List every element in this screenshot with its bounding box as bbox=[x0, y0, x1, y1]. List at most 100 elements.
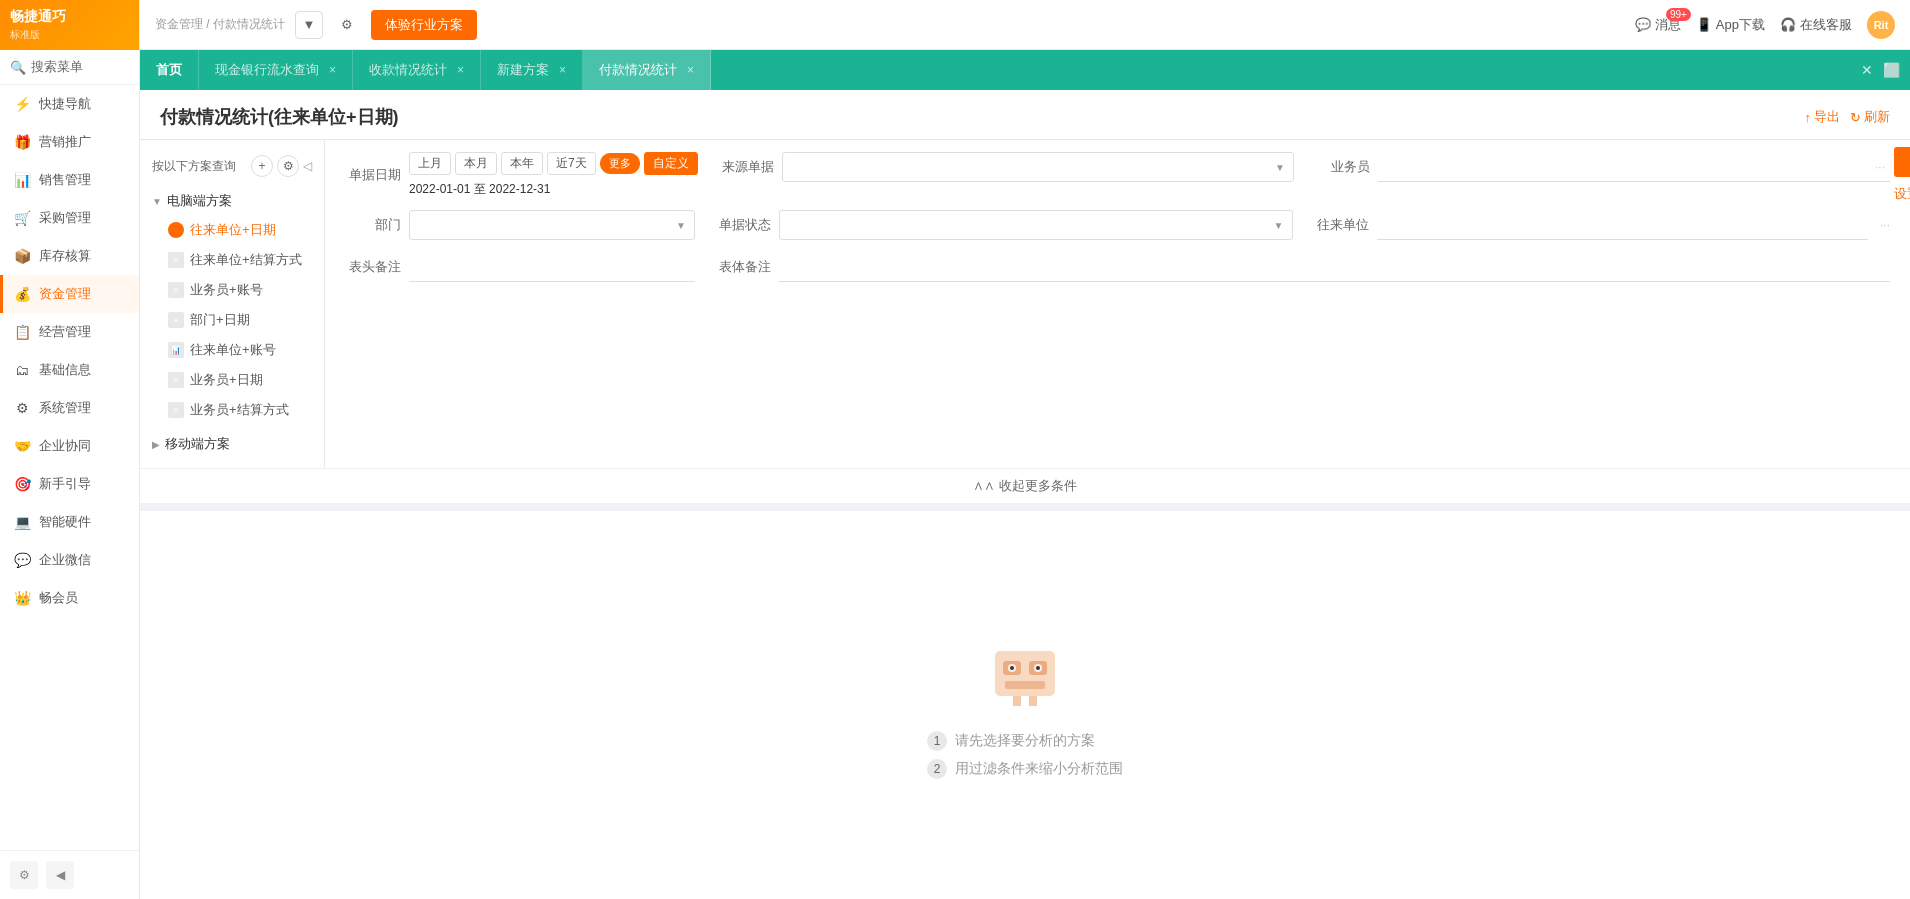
avatar[interactable]: Rit bbox=[1867, 11, 1895, 39]
online-support-btn[interactable]: 🎧 在线客服 bbox=[1780, 16, 1852, 34]
sidebar-item-label: 企业协同 bbox=[39, 437, 91, 455]
scheme-table-icon: ≡ bbox=[168, 282, 184, 298]
tab-new-plan-close[interactable]: × bbox=[559, 63, 566, 77]
doc-status-label: 单据状态 bbox=[715, 216, 771, 234]
inventory-icon: 📦 bbox=[13, 247, 31, 265]
tab-payment-stats[interactable]: 付款情况统计 × bbox=[583, 50, 711, 90]
sidebar-item-operations[interactable]: 📋 经营管理 bbox=[0, 313, 139, 351]
scheme-item-label: 往来单位+账号 bbox=[190, 341, 276, 359]
dept-label: 部门 bbox=[345, 216, 401, 234]
sidebar-item-basic-info[interactable]: 🗂 基础信息 bbox=[0, 351, 139, 389]
window-maximize-btn[interactable]: ⬜ bbox=[1883, 62, 1900, 78]
scheme-item-salesperson-settle[interactable]: ≡ 业务员+结算方式 bbox=[140, 395, 324, 425]
scheme-item-salesperson-account[interactable]: ≡ 业务员+账号 bbox=[140, 275, 324, 305]
salesperson-field: 业务员 ··· 查询 设置 bbox=[1314, 152, 1890, 182]
scheme-item-counterpart-account[interactable]: 📊 往来单位+账号 bbox=[140, 335, 324, 365]
refresh-btn[interactable]: ↻ 刷新 bbox=[1850, 108, 1890, 126]
scheme-collapse-btn[interactable]: ◁ bbox=[303, 159, 312, 173]
scheme-chart-icon: 📊 bbox=[168, 342, 184, 358]
tab-payment-stats-close[interactable]: × bbox=[687, 63, 694, 77]
download-icon: 📱 bbox=[1696, 17, 1712, 32]
scheme-item-label: 往来单位+日期 bbox=[190, 221, 276, 239]
export-btn[interactable]: ↑ 导出 bbox=[1805, 108, 1841, 126]
counterpart-field: 往来单位 ··· bbox=[1313, 210, 1891, 240]
scheme-item-label: 部门+日期 bbox=[190, 311, 250, 329]
source-doc-select[interactable]: ▼ bbox=[782, 152, 1294, 182]
tab-new-plan[interactable]: 新建方案 × bbox=[481, 50, 583, 90]
purchase-icon: 🛒 bbox=[13, 209, 31, 227]
trial-btn[interactable]: 体验行业方案 bbox=[371, 10, 477, 40]
date-btn-last-month[interactable]: 上月 bbox=[409, 152, 451, 175]
query-btn[interactable]: 查询 bbox=[1894, 147, 1910, 177]
scheme-item-dept-date[interactable]: ≡ 部门+日期 bbox=[140, 305, 324, 335]
sidebar-item-smart-hw[interactable]: 💻 智能硬件 bbox=[0, 503, 139, 541]
sidebar-item-quick-nav[interactable]: ⚡ 快捷导航 bbox=[0, 85, 139, 123]
sidebar-item-system[interactable]: ⚙ 系统管理 bbox=[0, 389, 139, 427]
tab-bank-flow-close[interactable]: × bbox=[329, 63, 336, 77]
scheme-item-salesperson-date[interactable]: ≡ 业务员+日期 bbox=[140, 365, 324, 395]
svg-rect-5 bbox=[1029, 696, 1037, 706]
counterpart-input[interactable] bbox=[1377, 210, 1868, 240]
table-body-note-input[interactable] bbox=[779, 252, 1890, 282]
date-btn-this-month[interactable]: 本月 bbox=[455, 152, 497, 175]
doc-status-select[interactable]: ▼ bbox=[779, 210, 1293, 240]
top-header: 资金管理 / 付款情况统计 ▼ ⚙ 体验行业方案 💬 消息 99+ 📱 App下… bbox=[140, 0, 1910, 50]
date-btn-more[interactable]: 更多 bbox=[600, 153, 640, 174]
scheme-item-counterpart-settle[interactable]: ≡ 往来单位+结算方式 bbox=[140, 245, 324, 275]
settings-link[interactable]: 设置 bbox=[1894, 185, 1910, 203]
header-settings-btn[interactable]: ⚙ bbox=[333, 11, 361, 39]
sidebar-item-membership[interactable]: 👑 畅会员 bbox=[0, 579, 139, 617]
sidebar-item-newcomer[interactable]: 🎯 新手引导 bbox=[0, 465, 139, 503]
sidebar-item-corp-wechat[interactable]: 💬 企业微信 bbox=[0, 541, 139, 579]
scheme-panel: 按以下方案查询 + ⚙ ◁ ▼ 电脑端方案 bbox=[140, 140, 325, 468]
app-download-btn[interactable]: 📱 App下载 bbox=[1696, 16, 1765, 34]
tab-receipt-stats-close[interactable]: × bbox=[457, 63, 464, 77]
tab-home[interactable]: 首页 bbox=[140, 50, 199, 90]
scheme-item-counterpart-date[interactable]: 往来单位+日期 bbox=[140, 215, 324, 245]
notification-badge: 99+ bbox=[1666, 8, 1691, 21]
breadcrumb-dropdown-btn[interactable]: ▼ bbox=[295, 11, 323, 39]
notification-btn[interactable]: 💬 消息 99+ bbox=[1635, 16, 1681, 34]
date-btn-this-year[interactable]: 本年 bbox=[501, 152, 543, 175]
empty-hint-2: 2 用过滤条件来缩小分析范围 bbox=[927, 759, 1123, 779]
empty-hints: 1 请先选择要分析的方案 2 用过滤条件来缩小分析范围 bbox=[927, 731, 1123, 779]
sidebar-nav: ⚡ 快捷导航 🎁 营销推广 📊 销售管理 🛒 采购管理 📦 库存核算 💰 bbox=[0, 85, 139, 850]
filter-row-3: 表头备注 表体备注 bbox=[345, 252, 1890, 282]
svg-point-8 bbox=[1010, 666, 1014, 670]
sidebar-item-label: 企业微信 bbox=[39, 551, 91, 569]
window-close-btn[interactable]: ✕ bbox=[1861, 62, 1873, 78]
date-group: 上月 本月 本年 近7天 更多 自定义 2022-01-01 至 2022-12… bbox=[409, 152, 698, 198]
table-header-note-input[interactable] bbox=[409, 252, 695, 282]
svg-point-9 bbox=[1036, 666, 1040, 670]
sidebar-footer: ⚙ ◀ bbox=[0, 850, 139, 899]
salesperson-input[interactable] bbox=[1378, 152, 1890, 182]
tab-receipt-stats[interactable]: 收款情况统计 × bbox=[353, 50, 481, 90]
footer-collapse-btn[interactable]: ◀ bbox=[46, 861, 74, 889]
date-btn-custom[interactable]: 自定义 bbox=[644, 152, 698, 175]
date-btn-last-7days[interactable]: 近7天 bbox=[547, 152, 596, 175]
collapse-bar[interactable]: ∧∧ 收起更多条件 bbox=[140, 468, 1910, 503]
dept-select[interactable]: ▼ bbox=[409, 210, 695, 240]
tab-bank-flow[interactable]: 现金银行流水查询 × bbox=[199, 50, 353, 90]
hint-text-2: 用过滤条件来缩小分析范围 bbox=[955, 760, 1123, 778]
tab-bank-flow-label: 现金银行流水查询 bbox=[215, 61, 319, 79]
scheme-add-btn[interactable]: + bbox=[251, 155, 273, 177]
scheme-desktop-group-header[interactable]: ▼ 电脑端方案 bbox=[140, 187, 324, 215]
sidebar-search[interactable]: 🔍 搜索菜单 bbox=[0, 50, 139, 85]
scheme-mobile-group-header[interactable]: ▶ 移动端方案 bbox=[140, 430, 324, 458]
sidebar-item-inventory[interactable]: 📦 库存核算 bbox=[0, 237, 139, 275]
sidebar-item-marketing[interactable]: 🎁 营销推广 bbox=[0, 123, 139, 161]
sidebar-item-finance[interactable]: 💰 资金管理 bbox=[0, 275, 139, 313]
sidebar-item-corp-collab[interactable]: 🤝 企业协同 bbox=[0, 427, 139, 465]
sidebar-item-sales[interactable]: 📊 销售管理 bbox=[0, 161, 139, 199]
sidebar-item-purchase[interactable]: 🛒 采购管理 bbox=[0, 199, 139, 237]
filter-row-2: 部门 ▼ 单据状态 ▼ bbox=[345, 210, 1890, 240]
footer-settings-btn[interactable]: ⚙ bbox=[10, 861, 38, 889]
date-field: 单据日期 上月 本月 本年 近7天 更多 自定义 20 bbox=[345, 152, 698, 198]
sidebar-item-label: 新手引导 bbox=[39, 475, 91, 493]
scheme-settings-btn[interactable]: ⚙ bbox=[277, 155, 299, 177]
filter-form: 单据日期 上月 本月 本年 近7天 更多 自定义 20 bbox=[325, 140, 1910, 468]
scheme-table-icon: ≡ bbox=[168, 312, 184, 328]
avatar-text: Rit bbox=[1874, 19, 1889, 31]
filter-row-1: 单据日期 上月 本月 本年 近7天 更多 自定义 20 bbox=[345, 152, 1890, 198]
